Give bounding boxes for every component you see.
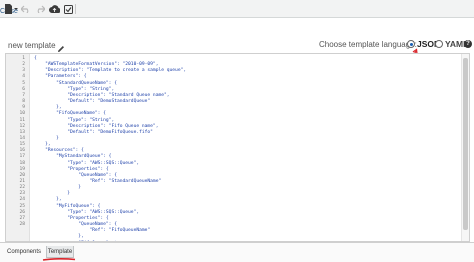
line-number: 1 [22, 56, 25, 61]
code-line: "AWSTemplateFormatVersion": "2010-09-09"… [34, 62, 159, 68]
code-line: "Description": "Standard Queue name", [34, 92, 170, 98]
line-number: 3 [22, 68, 25, 74]
line-number: 11 [19, 117, 25, 123]
code-line: "Ref": "StandardQueueName" [34, 179, 162, 184]
line-number: 26 [19, 209, 25, 215]
template-name: new template [8, 41, 56, 50]
line-number: 25 [19, 203, 25, 209]
code-line: }, [34, 142, 51, 148]
line-number: 17 [19, 154, 25, 160]
code-line: } [34, 191, 70, 197]
code-line: "Description": "Template to create a sam… [34, 68, 187, 74]
line-number: 12 [19, 123, 25, 129]
code-line: "StandardQueueName": { [34, 80, 117, 86]
line-number: 16 [19, 148, 25, 154]
line-number: 2 [22, 62, 25, 68]
code-line: "Description": "Fifo Queue name", [34, 123, 159, 129]
json-radio[interactable] [407, 40, 415, 48]
validate-check-icon[interactable] [64, 3, 73, 15]
code-line: "Parameters": { [34, 74, 87, 80]
line-number-gutter: 1 2 3 4 5 6 7 8 9 10 11 12 13 14 15 16 17 18 19 20 21 22 23 24 2… [6, 54, 30, 241]
line-number: 10 [19, 111, 25, 117]
line-number: 22 [19, 185, 25, 191]
undo-icon[interactable] [21, 3, 31, 15]
help-icon[interactable]: ? [464, 40, 472, 48]
code-line: "QueueName": { [34, 222, 117, 228]
line-number: 23 [19, 191, 25, 197]
line-number: 14 [19, 135, 25, 141]
line-number: 13 [19, 129, 25, 135]
code-line: "Ref": "FifoQueueName" [34, 228, 151, 234]
code-line: "FifoQueueName": { [34, 111, 106, 117]
code-line: "Default": "DemoStandardQueue" [34, 99, 151, 105]
code-line: "Type": "String", [34, 86, 115, 92]
code-line: "MyStandardQueue": { [34, 154, 112, 160]
toolbar: Close [0, 0, 474, 18]
line-number: 27 [19, 215, 25, 221]
code-line: "Type": "AWS::SQS::Queue", [34, 160, 140, 166]
code-area[interactable]: { "AWSTemplateFormatVersion": "2010-09-0… [34, 54, 457, 241]
code-line: }, [34, 105, 62, 111]
line-number: 9 [22, 105, 25, 111]
code-line: "Type": "AWS::SQS::Queue", [34, 209, 140, 215]
annotation-underline [42, 258, 76, 261]
code-line: }, [34, 197, 62, 203]
code-line: }, [34, 234, 84, 240]
code-line: "Default": "DemoFifoQueue.fifo" [34, 129, 153, 135]
line-number: 21 [19, 179, 25, 184]
code-line: { [34, 56, 37, 61]
line-number: 19 [19, 166, 25, 172]
line-number: 7 [22, 92, 25, 98]
code-line: "Type": "String", [34, 117, 115, 123]
code-line: } [34, 135, 59, 141]
line-number: 5 [22, 80, 25, 86]
tab-components[interactable]: Components [4, 246, 44, 258]
line-number: 8 [22, 99, 25, 105]
line-number: 28 [19, 222, 25, 228]
file-menu-icon[interactable] [4, 3, 18, 15]
upload-cloud-icon[interactable] [49, 3, 60, 15]
code-line: } [34, 185, 82, 191]
editor-scrollbar[interactable] [461, 54, 469, 241]
line-number: 4 [22, 74, 25, 80]
yaml-radio[interactable] [435, 40, 443, 48]
code-line: "Properties": { [34, 215, 109, 221]
line-number: 20 [19, 172, 25, 178]
code-line: "MyFifoQueue": { [34, 203, 101, 209]
code-line: "QueueName": { [34, 172, 117, 178]
code-line: "Properties": { [34, 166, 109, 172]
line-number: 15 [19, 142, 25, 148]
toolbar-separator [75, 4, 76, 14]
code-line: "Resources": { [34, 148, 84, 154]
line-number: 6 [22, 86, 25, 92]
code-editor[interactable]: 1 2 3 4 5 6 7 8 9 10 11 12 13 14 15 16 17 18 19 20 21 22 23 24 2… [5, 53, 470, 242]
scrollbar-thumb[interactable] [463, 58, 468, 230]
line-number: 18 [19, 160, 25, 166]
line-number: 24 [19, 197, 25, 203]
redo-icon[interactable] [35, 3, 45, 15]
